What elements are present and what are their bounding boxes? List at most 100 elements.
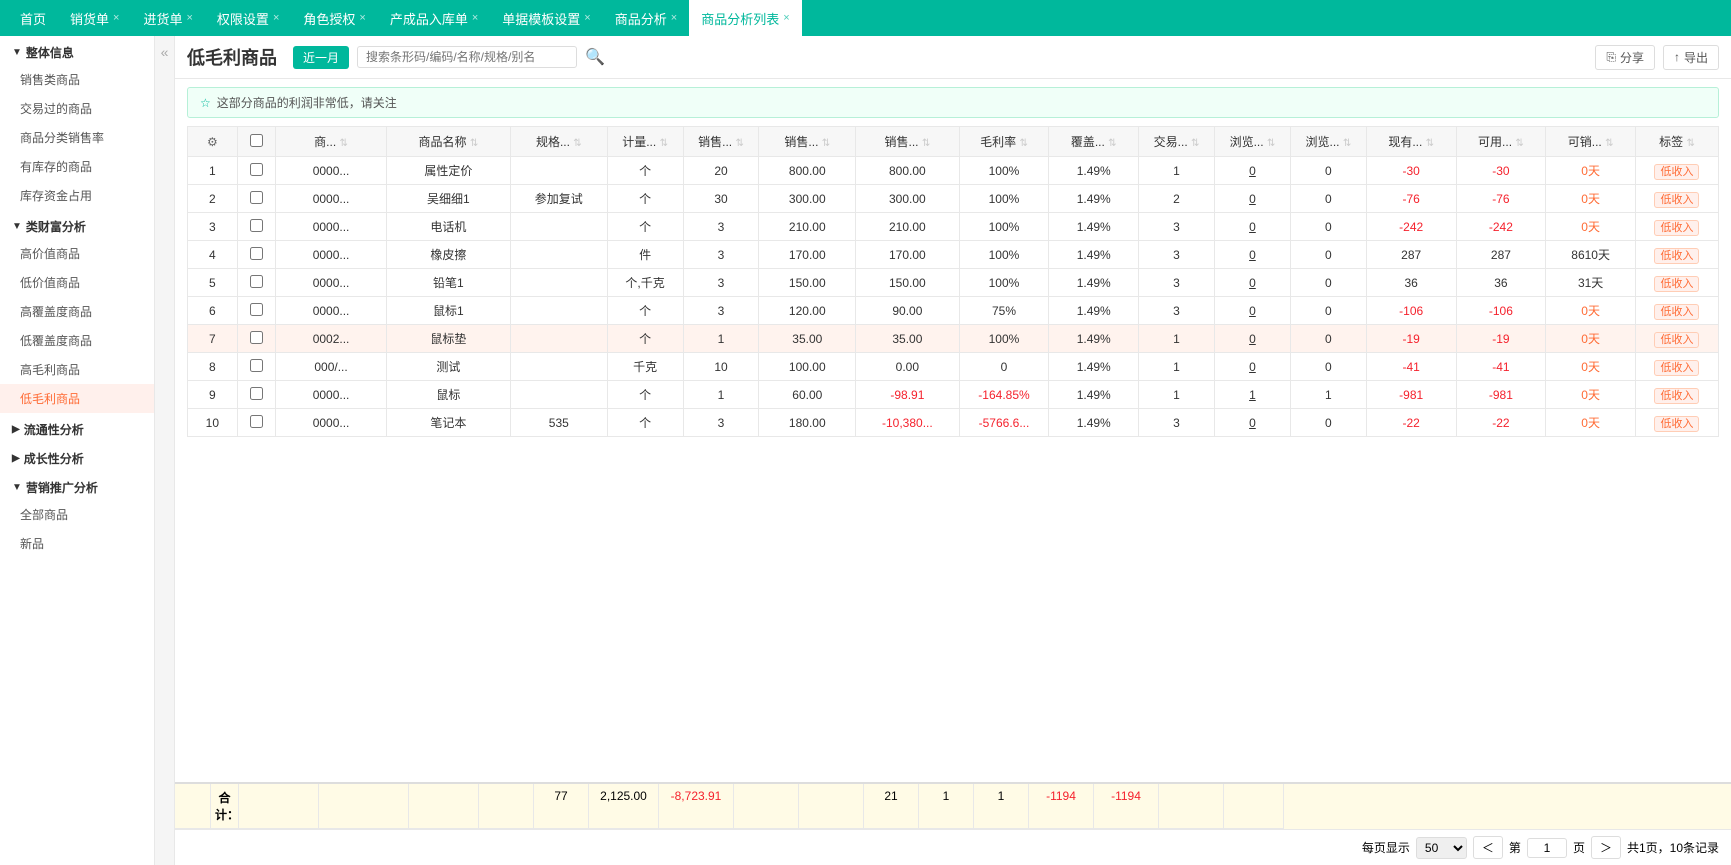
row-checkbox[interactable] <box>250 331 263 344</box>
sidebar-item-category-rate[interactable]: 商品分类销售率 <box>0 123 154 152</box>
next-page-button[interactable]: ＞ <box>1591 836 1621 859</box>
sidebar-item-low-margin[interactable]: 低毛利商品 <box>0 384 154 413</box>
close-permission-icon[interactable]: × <box>273 12 279 24</box>
th-name[interactable]: 商品名称 ⇅ <box>386 127 510 157</box>
sidebar-group-circulation[interactable]: ▶ 流通性分析 <box>0 413 154 442</box>
row-check <box>237 381 276 409</box>
row-checkbox[interactable] <box>250 275 263 288</box>
th-sales-price[interactable]: 销售... ⇅ <box>759 127 856 157</box>
prev-page-button[interactable]: ＜ <box>1473 836 1503 859</box>
th-checkbox[interactable] <box>237 127 276 157</box>
th-unit[interactable]: 计量... ⇅ <box>607 127 683 157</box>
browse1-link[interactable]: 0 <box>1249 192 1256 206</box>
page-input[interactable] <box>1527 838 1567 858</box>
sidebar-item-low-coverage[interactable]: 低覆盖度商品 <box>0 326 154 355</box>
nav-permission[interactable]: 权限设置 × <box>205 0 291 36</box>
notice-bar: ☆ 这部分商品的利润非常低，请关注 <box>187 87 1719 118</box>
row-browse2: 0 <box>1290 353 1366 381</box>
close-sales-icon[interactable]: × <box>113 12 119 24</box>
row-checkbox[interactable] <box>250 191 263 204</box>
row-available: -19 <box>1456 325 1546 353</box>
table-row: 8000/...测试千克10100.000.0001.49%100-41-410… <box>188 353 1719 381</box>
footer-sales-price: 2,125.00 <box>589 784 659 829</box>
search-input[interactable] <box>357 46 577 68</box>
browse1-link[interactable]: 0 <box>1249 360 1256 374</box>
select-all-checkbox[interactable] <box>250 134 263 147</box>
th-spec[interactable]: 规格... ⇅ <box>511 127 608 157</box>
nav-sales[interactable]: 销货单 × <box>58 0 131 36</box>
sidebar-item-high-value[interactable]: 高价值商品 <box>0 239 154 268</box>
sidebar-group-overall[interactable]: ▼ 整体信息 <box>0 36 154 65</box>
browse1-link[interactable]: 0 <box>1249 248 1256 262</box>
th-sales-amt[interactable]: 销售... ⇅ <box>856 127 960 157</box>
row-checkbox[interactable] <box>250 247 263 260</box>
date-filter-button[interactable]: 近一月 <box>293 46 349 69</box>
browse1-link[interactable]: 0 <box>1249 332 1256 346</box>
sidebar-item-traded-goods[interactable]: 交易过的商品 <box>0 94 154 123</box>
th-code[interactable]: 商... ⇅ <box>276 127 386 157</box>
row-checkbox[interactable] <box>250 163 263 176</box>
th-current[interactable]: 现有... ⇅ <box>1366 127 1456 157</box>
row-checkbox[interactable] <box>250 303 263 316</box>
close-product-icon[interactable]: × <box>472 12 478 24</box>
sidebar-item-sales-goods[interactable]: 销售类商品 <box>0 65 154 94</box>
th-settings[interactable]: ⚙ <box>188 127 238 157</box>
footer-trade: 21 <box>864 784 919 829</box>
share-button[interactable]: ⎘ 分享 <box>1595 45 1655 70</box>
sidebar-group-growth[interactable]: ▶ 成长性分析 <box>0 442 154 471</box>
th-sales-qty[interactable]: 销售... ⇅ <box>683 127 759 157</box>
nav-product-entry[interactable]: 产成品入库单 × <box>378 0 490 36</box>
sidebar-item-stock-funds[interactable]: 库存资金占用 <box>0 181 154 210</box>
nav-analysis[interactable]: 商品分析 × <box>603 0 689 36</box>
browse1-link[interactable]: 0 <box>1249 304 1256 318</box>
sidebar-group-marketing[interactable]: ▼ 营销推广分析 <box>0 471 154 500</box>
browse1-link[interactable]: 1 <box>1249 388 1256 402</box>
th-coverage[interactable]: 覆盖... ⇅ <box>1049 127 1139 157</box>
row-sales-price: 150.00 <box>759 269 856 297</box>
th-margin[interactable]: 毛利率 ⇅ <box>959 127 1049 157</box>
row-index: 8 <box>188 353 238 381</box>
nav-analysis-list[interactable]: 商品分析列表 × <box>689 0 801 36</box>
nav-purchase[interactable]: 进货单 × <box>131 0 204 36</box>
close-role-icon[interactable]: × <box>359 12 365 24</box>
sidebar-item-all-goods[interactable]: 全部商品 <box>0 500 154 529</box>
sidebar-item-high-coverage[interactable]: 高覆盖度商品 <box>0 297 154 326</box>
arrow-icon: ▼ <box>12 47 22 58</box>
table-container[interactable]: ⚙ 商... ⇅ 商品名称 ⇅ 规格... ⇅ 计量... ⇅ 销售... ⇅ … <box>175 126 1731 782</box>
th-label[interactable]: 标签 ⇅ <box>1635 127 1718 157</box>
close-analysis-list-icon[interactable]: × <box>783 12 789 24</box>
sidebar-item-low-value[interactable]: 低价值商品 <box>0 268 154 297</box>
footer-available: -1194 <box>1094 784 1159 829</box>
th-available[interactable]: 可用... ⇅ <box>1456 127 1546 157</box>
row-label: 低收入 <box>1635 325 1718 353</box>
sidebar-group-wealth[interactable]: ▼ 类财富分析 <box>0 210 154 239</box>
settings-icon[interactable]: ⚙ <box>207 135 218 149</box>
browse1-link[interactable]: 0 <box>1249 416 1256 430</box>
export-button[interactable]: ↑ 导出 <box>1663 45 1719 70</box>
nav-template[interactable]: 单据模板设置 × <box>490 0 602 36</box>
close-analysis-icon[interactable]: × <box>671 12 677 24</box>
th-trade[interactable]: 交易... ⇅ <box>1139 127 1215 157</box>
th-browse2[interactable]: 浏览... ⇅ <box>1290 127 1366 157</box>
close-purchase-icon[interactable]: × <box>186 12 192 24</box>
th-browse1[interactable]: 浏览... ⇅ <box>1214 127 1290 157</box>
th-saleable[interactable]: 可销... ⇅ <box>1546 127 1636 157</box>
browse1-link[interactable]: 0 <box>1249 164 1256 178</box>
nav-home[interactable]: 首页 <box>8 0 58 36</box>
close-template-icon[interactable]: × <box>584 12 590 24</box>
row-label: 低收入 <box>1635 213 1718 241</box>
row-checkbox[interactable] <box>250 219 263 232</box>
row-checkbox[interactable] <box>250 359 263 372</box>
row-sales-price: 170.00 <box>759 241 856 269</box>
browse1-link[interactable]: 0 <box>1249 220 1256 234</box>
nav-role[interactable]: 角色授权 × <box>291 0 377 36</box>
sidebar-item-stock-goods[interactable]: 有库存的商品 <box>0 152 154 181</box>
page-size-select[interactable]: 50 100 <box>1416 837 1467 859</box>
row-checkbox[interactable] <box>250 387 263 400</box>
browse1-link[interactable]: 0 <box>1249 276 1256 290</box>
sidebar-item-new-goods[interactable]: 新品 <box>0 529 154 558</box>
row-checkbox[interactable] <box>250 415 263 428</box>
sidebar-item-high-margin[interactable]: 高毛利商品 <box>0 355 154 384</box>
search-button[interactable]: 🔍 <box>585 47 605 67</box>
sidebar-toggle[interactable]: « <box>155 36 175 865</box>
